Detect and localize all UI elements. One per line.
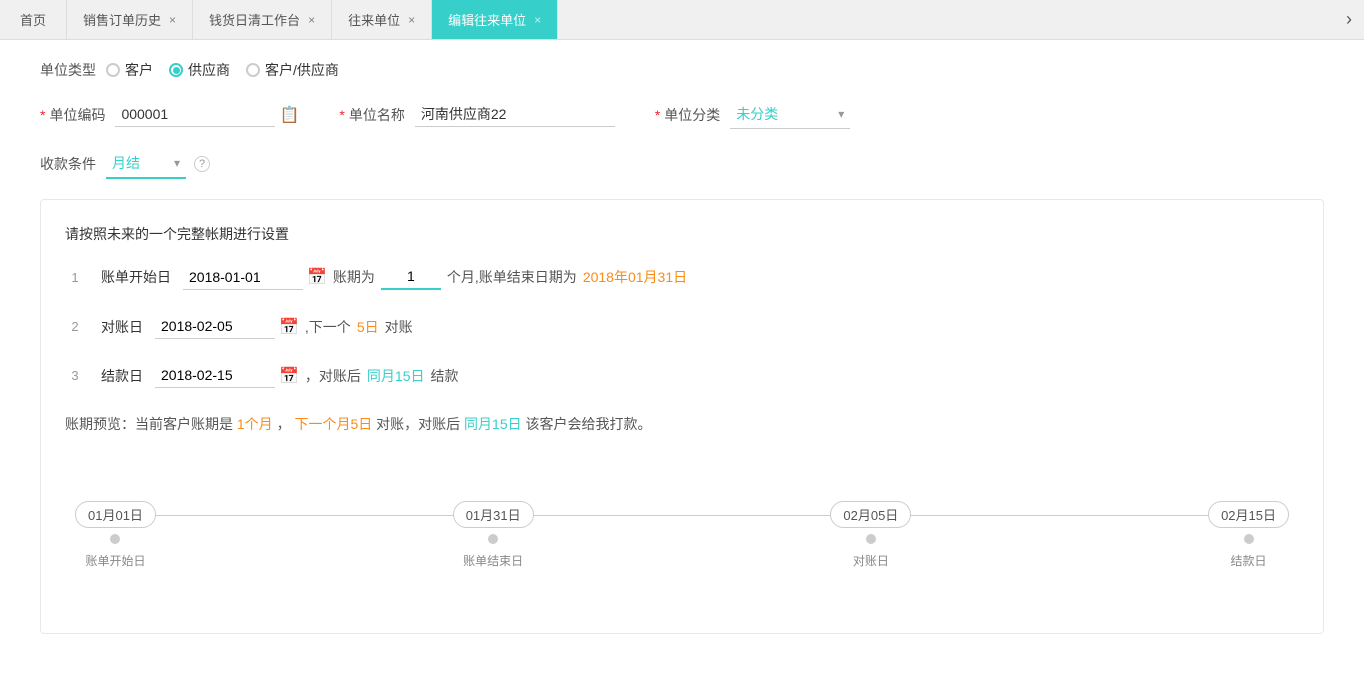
radio-circle-both xyxy=(246,63,260,77)
payment-condition-row: 收款条件 月结 ▾ ? xyxy=(40,149,1324,179)
timeline-point-1: 01月01日 账单开始日 xyxy=(75,501,156,569)
setting-row-3: 3 结款日 📅 ，对账后 同月15日 结款 xyxy=(65,363,1299,388)
preview-suffix: 该客户会给我打款。 xyxy=(526,416,652,432)
unit-type-label: 单位类型 xyxy=(40,60,96,80)
payment-condition-label: 收款条件 xyxy=(40,154,96,174)
unit-name-group: * 单位名称 xyxy=(339,102,614,127)
row-2-suffix: 对账 xyxy=(385,317,413,337)
tab-cash-work[interactable]: 钱货日清工作台 × xyxy=(193,0,332,39)
preview-payment-day: 同月15日 xyxy=(464,416,522,432)
period-input[interactable] xyxy=(381,264,441,290)
timeline-points: 01月01日 账单开始日 01月31日 账单结束日 02月05日 对账日 xyxy=(75,501,1289,569)
row-num-1: 1 xyxy=(65,270,85,285)
unit-category-label: 单位分类 xyxy=(664,105,720,125)
unit-category-group: * 单位分类 未分类 ▾ xyxy=(655,100,850,129)
timeline-dot-3 xyxy=(866,534,876,544)
setting-row-1: 1 账单开始日 📅 账期为 个月,账单结束日期为 2018年01月31日 xyxy=(65,264,1299,290)
close-tab-counterparty[interactable]: × xyxy=(408,13,415,27)
payment-condition-select[interactable]: 月结 ▾ xyxy=(106,149,186,179)
unit-code-group: * 单位编码 📋 xyxy=(40,102,299,127)
timeline-label-1: 账单开始日 xyxy=(85,552,145,569)
radio-circle-supplier xyxy=(169,63,183,77)
timeline-point-2: 01月31日 账单结束日 xyxy=(453,501,534,569)
row-1-mid-text: 账期为 xyxy=(333,267,375,287)
unit-category-value: 未分类 xyxy=(736,104,834,124)
settings-box: 请按照未来的一个完整帐期进行设置 1 账单开始日 📅 账期为 个月,账单结束日期… xyxy=(40,199,1324,634)
tab-counterparty[interactable]: 往来单位 × xyxy=(332,0,432,39)
row-3-day: 同月15日 xyxy=(367,366,425,386)
unit-name-input[interactable] xyxy=(415,102,615,127)
timeline-dot-4 xyxy=(1244,534,1254,544)
tab-edit-counterparty[interactable]: 编辑往来单位 × xyxy=(432,0,558,39)
row-1-label: 账单开始日 xyxy=(101,267,171,287)
unit-code-label: 单位编码 xyxy=(49,105,105,125)
row-num-3: 3 xyxy=(65,368,85,383)
tab-home[interactable]: 首页 xyxy=(0,0,67,39)
row-3-prefix: ，对账后 xyxy=(305,366,361,386)
timeline-label-2: 账单结束日 xyxy=(463,552,523,569)
unit-type-radio-group: 客户 供应商 客户/供应商 xyxy=(106,60,339,80)
row-2-day: 5日 xyxy=(357,317,379,337)
unit-type-row: 单位类型 客户 供应商 客户/供应商 xyxy=(40,60,1324,80)
tab-sales-history[interactable]: 销售订单历史 × xyxy=(67,0,193,39)
close-tab-sales-history[interactable]: × xyxy=(169,13,176,27)
timeline-label-4: 结款日 xyxy=(1231,552,1267,569)
preview-reconcile-day: 下一个月5日 xyxy=(294,416,372,432)
radio-both[interactable]: 客户/供应商 xyxy=(246,60,339,80)
timeline-dot-2 xyxy=(488,534,498,544)
main-content: 单位类型 客户 供应商 客户/供应商 * 单位编码 📋 * 单位名称 xyxy=(0,40,1364,674)
start-date-calendar-icon[interactable]: 📅 xyxy=(307,267,327,287)
radio-customer[interactable]: 客户 xyxy=(106,60,153,80)
payment-date-input[interactable] xyxy=(155,363,275,388)
unit-category-required: * xyxy=(655,107,660,123)
unit-code-required: * xyxy=(40,107,45,123)
timeline-dot-1 xyxy=(110,534,120,544)
timeline-badge-1: 01月01日 xyxy=(75,501,156,528)
timeline-point-4: 02月15日 结款日 xyxy=(1208,501,1289,569)
close-tab-edit-counterparty[interactable]: × xyxy=(534,13,541,27)
payment-condition-value: 月结 xyxy=(112,153,170,173)
reconcile-date-input[interactable] xyxy=(155,314,275,339)
timeline-label-3: 对账日 xyxy=(853,552,889,569)
payment-date-calendar-icon[interactable]: 📅 xyxy=(279,366,299,386)
row-num-2: 2 xyxy=(65,319,85,334)
row-3-label: 结款日 xyxy=(101,366,143,386)
row-2-prefix: ,下一个 xyxy=(305,317,351,337)
close-tab-cash-work[interactable]: × xyxy=(308,13,315,27)
preview-mid2: 对账，对账后 xyxy=(376,416,460,432)
copy-icon[interactable]: 📋 xyxy=(279,105,299,125)
radio-circle-customer xyxy=(106,63,120,77)
row-2-label: 对账日 xyxy=(101,317,143,337)
preview-label: 账期预览：当前客户账期是 xyxy=(65,416,233,432)
unit-name-required: * xyxy=(339,107,344,123)
help-icon[interactable]: ? xyxy=(194,156,210,172)
radio-supplier[interactable]: 供应商 xyxy=(169,60,230,80)
timeline-badge-2: 01月31日 xyxy=(453,501,534,528)
tab-more-button[interactable]: › xyxy=(1334,0,1364,39)
timeline-badge-4: 02月15日 xyxy=(1208,501,1289,528)
preview-months: 1个月 xyxy=(237,416,273,432)
timeline-badge-3: 02月05日 xyxy=(830,501,911,528)
timeline-section: 01月01日 账单开始日 01月31日 账单结束日 02月05日 对账日 xyxy=(65,461,1299,609)
unit-category-select[interactable]: 未分类 ▾ xyxy=(730,100,850,129)
preview-mid1: ， xyxy=(277,416,291,432)
row-1-suffix: 个月,账单结束日期为 xyxy=(447,267,577,287)
preview-text: 账期预览：当前客户账期是 1个月 ， 下一个月5日 对账，对账后 同月15日 该… xyxy=(65,412,1299,437)
unit-info-row: * 单位编码 📋 * 单位名称 * 单位分类 未分类 ▾ xyxy=(40,100,1324,129)
setting-row-2: 2 对账日 📅 ,下一个 5日 对账 xyxy=(65,314,1299,339)
chevron-down-icon: ▾ xyxy=(838,107,844,121)
tab-bar: 首页 销售订单历史 × 钱货日清工作台 × 往来单位 × 编辑往来单位 × › xyxy=(0,0,1364,40)
start-date-input[interactable] xyxy=(183,265,303,290)
condition-chevron-icon: ▾ xyxy=(174,156,180,170)
end-date-result: 2018年01月31日 xyxy=(583,267,687,287)
row-3-suffix: 结款 xyxy=(431,366,459,386)
reconcile-date-calendar-icon[interactable]: 📅 xyxy=(279,317,299,337)
settings-title: 请按照未来的一个完整帐期进行设置 xyxy=(65,224,1299,244)
unit-name-label: 单位名称 xyxy=(349,105,405,125)
timeline-point-3: 02月05日 对账日 xyxy=(830,501,911,569)
unit-code-input[interactable] xyxy=(115,102,275,127)
